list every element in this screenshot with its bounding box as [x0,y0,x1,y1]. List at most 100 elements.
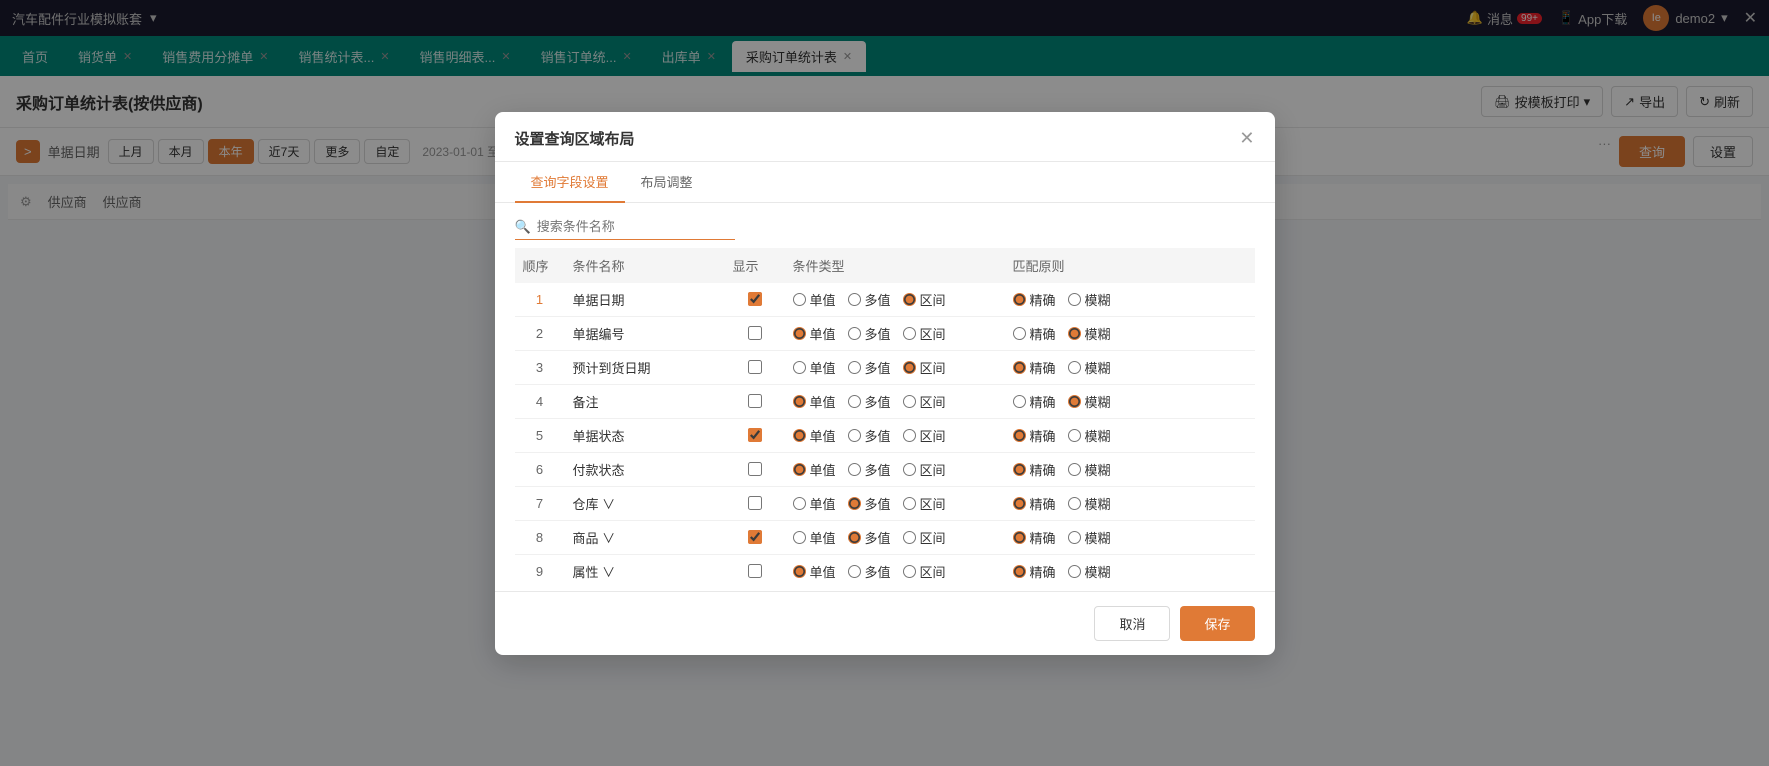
col-type: 条件类型 [785,256,1005,275]
match-radio-exact[interactable]: 精确 [1013,494,1056,513]
type-radio-single[interactable]: 单值 [793,528,836,547]
type-radio-range[interactable]: 区间 [903,324,946,343]
row-order: 2 [515,326,565,341]
show-checkbox[interactable] [748,326,762,340]
row-show-cell [725,326,785,340]
match-radio-fuzzy[interactable]: 模糊 [1068,426,1111,445]
row-name: 预计到货日期 [565,358,725,377]
match-radio-exact[interactable]: 精确 [1013,562,1056,581]
type-radio-multi[interactable]: 多值 [848,528,891,547]
type-radio-multi[interactable]: 多值 [848,290,891,309]
type-radio-single[interactable]: 单值 [793,392,836,411]
show-checkbox[interactable] [748,496,762,510]
type-radio-single[interactable]: 单值 [793,324,836,343]
tab-layout-adjust[interactable]: 布局调整 [625,162,709,203]
row-order: 5 [515,428,565,443]
match-radio-fuzzy[interactable]: 模糊 [1068,324,1111,343]
type-radio-single[interactable]: 单值 [793,358,836,377]
type-radio-multi[interactable]: 多值 [848,460,891,479]
table-row: 1单据日期单值多值区间精确模糊 [515,283,1255,317]
type-radio-range[interactable]: 区间 [903,562,946,581]
row-name: 仓库 ∨ [565,494,725,513]
match-radio-exact[interactable]: 精确 [1013,324,1056,343]
type-radio-multi[interactable]: 多值 [848,358,891,377]
match-radio-exact[interactable]: 精确 [1013,392,1056,411]
type-radio-single[interactable]: 单值 [793,494,836,513]
row-type-group: 单值多值区间 [785,460,1005,479]
type-radio-range[interactable]: 区间 [903,426,946,445]
match-radio-fuzzy[interactable]: 模糊 [1068,528,1111,547]
match-radio-exact[interactable]: 精确 [1013,426,1056,445]
row-order: 4 [515,394,565,409]
type-radio-single[interactable]: 单值 [793,562,836,581]
row-show-cell [725,496,785,510]
show-checkbox[interactable] [748,394,762,408]
row-name: 单据编号 [565,324,725,343]
row-order: 7 [515,496,565,511]
match-radio-fuzzy[interactable]: 模糊 [1068,460,1111,479]
row-show-cell [725,394,785,408]
col-order: 顺序 [515,256,565,275]
modal-close-button[interactable]: ✕ [1239,129,1254,147]
row-type-group: 单值多值区间 [785,562,1005,581]
row-order: 3 [515,360,565,375]
show-checkbox[interactable] [748,360,762,374]
row-match-group: 精确模糊 [1005,426,1205,445]
save-button[interactable]: 保存 [1180,606,1254,641]
row-name: 付款状态 [565,460,725,479]
type-radio-range[interactable]: 区间 [903,290,946,309]
row-show-cell [725,428,785,442]
type-radio-multi[interactable]: 多值 [848,562,891,581]
type-radio-single[interactable]: 单值 [793,290,836,309]
table-row: 4备注单值多值区间精确模糊 [515,385,1255,419]
match-radio-exact[interactable]: 精确 [1013,528,1056,547]
match-radio-exact[interactable]: 精确 [1013,460,1056,479]
match-radio-fuzzy[interactable]: 模糊 [1068,392,1111,411]
show-checkbox[interactable] [748,292,762,306]
show-checkbox[interactable] [748,564,762,578]
tab-query-fields[interactable]: 查询字段设置 [515,162,625,203]
type-radio-range[interactable]: 区间 [903,392,946,411]
row-order: 9 [515,564,565,579]
row-order: 1 [515,292,565,307]
type-radio-multi[interactable]: 多值 [848,392,891,411]
row-match-group: 精确模糊 [1005,358,1205,377]
match-radio-fuzzy[interactable]: 模糊 [1068,494,1111,513]
row-show-cell [725,462,785,476]
modal-header: 设置查询区域布局 ✕ [495,112,1275,162]
type-radio-range[interactable]: 区间 [903,460,946,479]
row-match-group: 精确模糊 [1005,324,1205,343]
show-checkbox[interactable] [748,530,762,544]
type-radio-single[interactable]: 单值 [793,460,836,479]
type-radio-multi[interactable]: 多值 [848,426,891,445]
show-checkbox[interactable] [748,462,762,476]
modal-table: 顺序 条件名称 显示 条件类型 匹配原则 1单据日期单值多值区间精确模糊2单据编… [495,248,1275,591]
show-checkbox[interactable] [748,428,762,442]
row-match-group: 精确模糊 [1005,460,1205,479]
type-radio-multi[interactable]: 多值 [848,324,891,343]
table-row: 5单据状态单值多值区间精确模糊 [515,419,1255,453]
row-name: 属性 ∨ [565,562,725,581]
type-radio-range[interactable]: 区间 [903,358,946,377]
table-row: 2单据编号 单值多值区间 精确模糊 [515,317,1255,351]
type-radio-range[interactable]: 区间 [903,528,946,547]
match-radio-fuzzy[interactable]: 模糊 [1068,290,1111,309]
search-wrap: 🔍 [515,215,735,240]
table-row: 9属性 ∨单值多值区间精确模糊 [515,555,1255,583]
cancel-button[interactable]: 取消 [1094,606,1170,641]
row-match-group: 精确模糊 [1005,494,1205,513]
modal-tabs: 查询字段设置 布局调整 [495,162,1275,203]
match-radio-fuzzy[interactable]: 模糊 [1068,562,1111,581]
row-order: 6 [515,462,565,477]
type-radio-single[interactable]: 单值 [793,426,836,445]
match-radio-exact[interactable]: 精确 [1013,290,1056,309]
type-radio-range[interactable]: 区间 [903,494,946,513]
col-name: 条件名称 [565,256,725,275]
table-row: 6付款状态单值多值区间精确模糊 [515,453,1255,487]
match-radio-fuzzy[interactable]: 模糊 [1068,358,1111,377]
search-input[interactable] [537,219,717,234]
type-radio-multi[interactable]: 多值 [848,494,891,513]
match-radio-exact[interactable]: 精确 [1013,358,1056,377]
row-type-group: 单值多值区间 [785,494,1005,513]
row-type-group: 单值多值区间 [785,426,1005,445]
